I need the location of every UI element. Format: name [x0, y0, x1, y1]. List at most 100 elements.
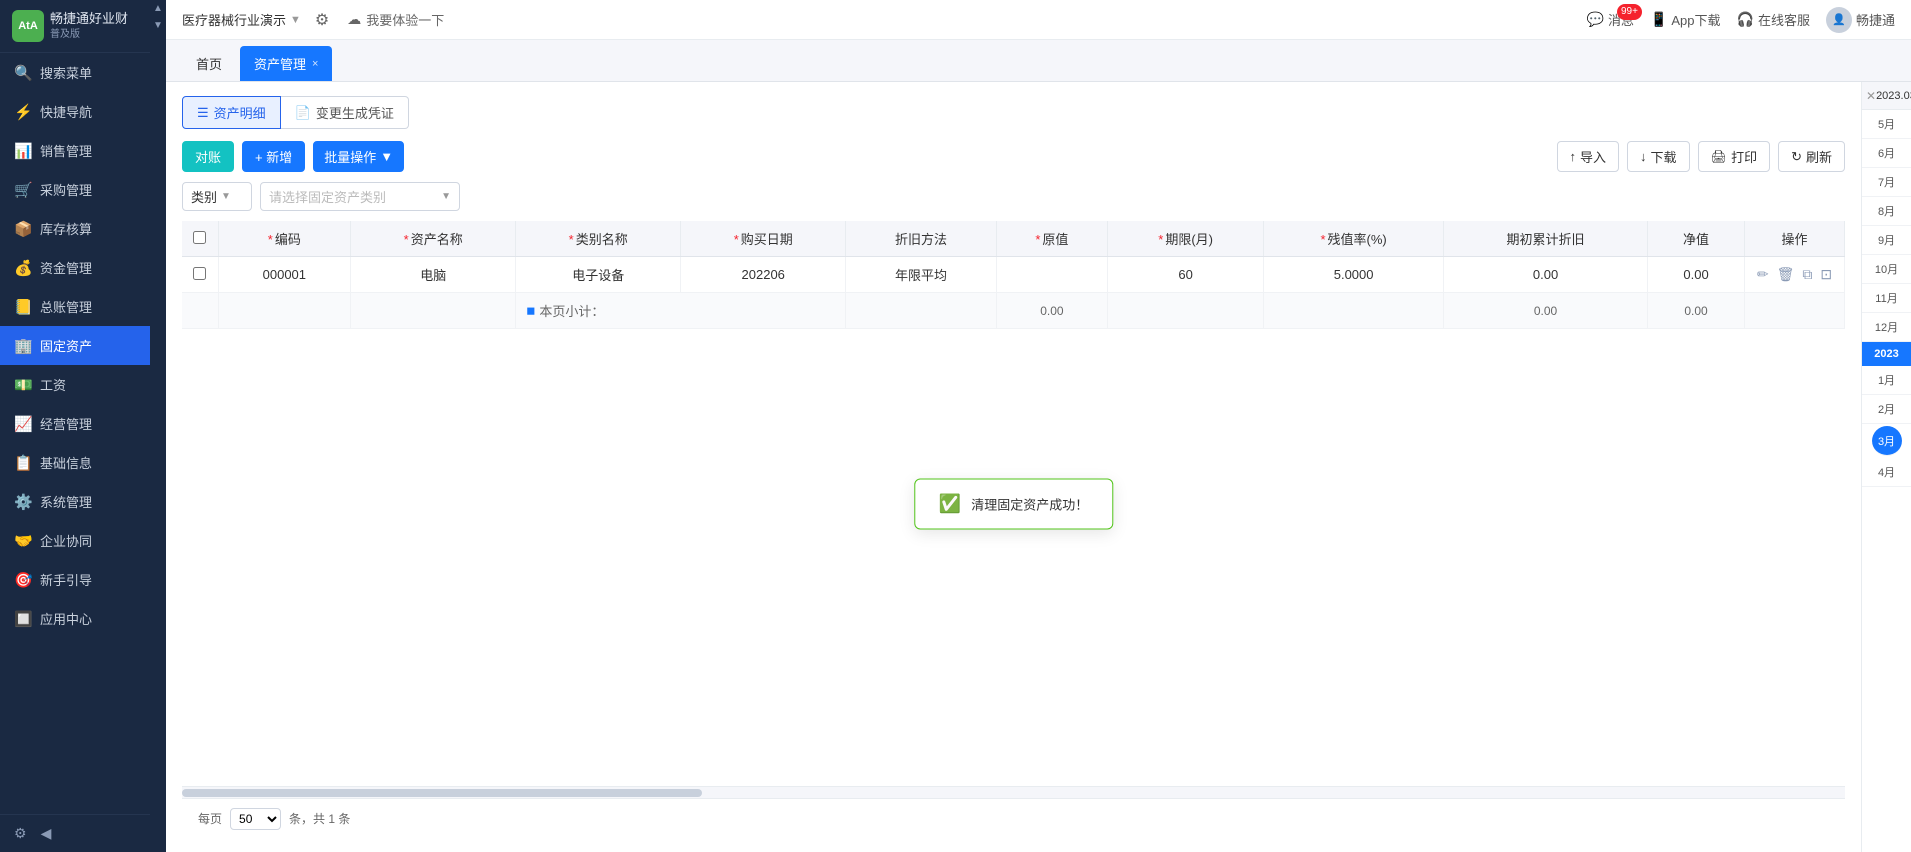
month-item[interactable]: 9月	[1862, 226, 1911, 255]
online-service-btn[interactable]: 🎧 在线客服	[1737, 10, 1810, 29]
sidebar-item-basic-info[interactable]: 📋 基础信息	[0, 443, 150, 482]
header-original-value: *原值	[996, 221, 1107, 257]
tab-close-icon[interactable]: ×	[312, 58, 318, 70]
sidebar-item-guide[interactable]: 🎯 新手引导	[0, 560, 150, 599]
sidebar-item-purchase[interactable]: 🛒 采购管理	[0, 170, 150, 209]
sidebar-icon-operations: 📈	[14, 415, 32, 433]
refresh-btn[interactable]: ↻ 刷新	[1778, 141, 1845, 172]
new-btn[interactable]: + 新增	[242, 141, 305, 172]
table-container: *编码 *资产名称 *类别名称 *购买日期 折旧方法 *原值 *期限(月) *残…	[182, 221, 1845, 786]
tab-bar: 首页 资产管理 ×	[166, 40, 1911, 82]
sidebar-nav: 🔍 搜索菜单 ⚡ 快捷导航 📊 销售管理 🛒 采购管理 📦 库存核算 💰 资金管…	[0, 53, 150, 814]
month-item[interactable]: 7月	[1862, 168, 1911, 197]
sidebar-icon-ledger: 📒	[14, 298, 32, 316]
month-item[interactable]: 5月	[1862, 110, 1911, 139]
edit-icon[interactable]: ✏	[1757, 266, 1769, 283]
sidebar-icon-system: ⚙️	[14, 493, 32, 511]
more-icon[interactable]: ⊡	[1820, 266, 1832, 283]
sidebar-item-search[interactable]: 🔍 搜索菜单	[0, 53, 150, 92]
sidebar-item-finance[interactable]: 💰 资金管理	[0, 248, 150, 287]
company-selector[interactable]: 医疗器械行业演示 ▼	[182, 10, 301, 29]
month-item[interactable]: 10月	[1862, 255, 1911, 284]
sidebar-item-quick-nav[interactable]: ⚡ 快捷导航	[0, 92, 150, 131]
message-icon: 💬	[1587, 11, 1604, 28]
subtotal-label-cell: ◼ 本页小计：	[516, 293, 846, 329]
month-item[interactable]: 4月	[1862, 458, 1911, 487]
filter-arrow-icon: ▼	[221, 191, 231, 202]
sidebar-item-enterprise[interactable]: 🤝 企业协同	[0, 521, 150, 560]
scroll-down-btn[interactable]: ▼	[150, 17, 166, 34]
per-page-select[interactable]: 50 100 200	[230, 808, 281, 830]
row-residual-rate: 5.0000	[1264, 257, 1444, 293]
row-checkbox[interactable]	[182, 257, 218, 293]
main-content: 医疗器械行业演示 ▼ ⚙ ☁ 我要体验一下 💬 消息 99+ 📱 App下载 🎧…	[166, 0, 1911, 852]
row-name: 电脑	[351, 257, 516, 293]
download-btn[interactable]: ↓ 下载	[1627, 141, 1690, 172]
sidebar-label-basic-info: 基础信息	[40, 453, 92, 472]
delete-icon[interactable]: 🗑	[1777, 266, 1795, 283]
tab-home[interactable]: 首页	[182, 46, 236, 81]
sidebar-item-system[interactable]: ⚙️ 系统管理	[0, 482, 150, 521]
print-btn[interactable]: 🖨 打印	[1698, 141, 1771, 172]
copy-icon[interactable]: ⧉	[1802, 266, 1812, 283]
sidebar-item-payroll[interactable]: 💵 工资	[0, 365, 150, 404]
scroll-thumb[interactable]	[182, 789, 702, 797]
collapse-icon[interactable]: ◀	[41, 825, 52, 842]
horizontal-scrollbar[interactable]	[182, 786, 1845, 798]
header-action: 操作	[1745, 221, 1845, 257]
filter-row: 类别 ▼ 请选择固定资产类别 ▼	[182, 182, 1845, 211]
success-toast: ✅ 清理固定资产成功！	[914, 478, 1113, 529]
content-area: ☰ 资产明细 📄 变更生成凭证 对账 + 新增	[166, 82, 1911, 852]
sidebar-label-payroll: 工资	[40, 375, 66, 394]
month-item[interactable]: 12月	[1862, 313, 1911, 342]
month-item[interactable]: 3月	[1872, 426, 1902, 456]
table-body: 000001 电脑 电子设备 202206 年限平均 60 5.0000 0.0…	[182, 257, 1845, 329]
month-item[interactable]: 2月	[1862, 395, 1911, 424]
user-menu[interactable]: 👤 畅捷通	[1826, 7, 1895, 33]
message-btn[interactable]: 💬 消息 99+	[1587, 10, 1634, 29]
scroll-up-btn[interactable]: ▲	[150, 0, 166, 17]
sidebar-icon-quick-nav: ⚡	[14, 103, 32, 121]
sidebar-label-quick-nav: 快捷导航	[40, 102, 92, 121]
category-filter[interactable]: 类别 ▼	[182, 182, 252, 211]
settings-icon[interactable]: ⚙	[14, 825, 27, 842]
month-item[interactable]: 11月	[1862, 284, 1911, 313]
export-btn[interactable]: ↑ 导入	[1557, 141, 1620, 172]
toast-message: 清理固定资产成功！	[971, 494, 1088, 513]
sidebar-icon-apps: 🔲	[14, 610, 32, 628]
export-icon: ↑	[1570, 149, 1577, 164]
sidebar-icon-search: 🔍	[14, 64, 32, 82]
sub-tab-detail[interactable]: ☰ 资产明细	[182, 96, 281, 129]
experience-btn[interactable]: ☁ 我要体验一下	[347, 10, 444, 29]
tab-assets[interactable]: 资产管理 ×	[240, 46, 332, 81]
year-label-2023[interactable]: 2023	[1862, 342, 1911, 366]
category-dropdown[interactable]: 请选择固定资产类别 ▼	[260, 182, 460, 211]
sidebar-item-operations[interactable]: 📈 经营管理	[0, 404, 150, 443]
sidebar-item-ledger[interactable]: 📒 总账管理	[0, 287, 150, 326]
sidebar-item-inventory[interactable]: 📦 库存核算	[0, 209, 150, 248]
month-item[interactable]: 6月	[1862, 139, 1911, 168]
row-initial-acc: 0.00	[1444, 257, 1648, 293]
month-item[interactable]: 8月	[1862, 197, 1911, 226]
sidebar-item-fixed-assets[interactable]: 🏢 固定资产	[0, 326, 150, 365]
app-download-btn[interactable]: 📱 App下载	[1650, 10, 1721, 29]
calendar-close-btn[interactable]: ✕	[1866, 89, 1876, 103]
toolbar: 对账 + 新增 批量操作 ▼ ↑ 导入 ↓	[182, 141, 1845, 172]
sidebar-item-apps[interactable]: 🔲 应用中心	[0, 599, 150, 638]
right-panel: ✕ 2023.03 ⤢ 5月6月7月8月9月10月11月12月20231月2月3…	[1861, 82, 1911, 852]
sub-tab-voucher[interactable]: 📄 变更生成凭证	[281, 96, 409, 129]
sidebar-item-sales[interactable]: 📊 销售管理	[0, 131, 150, 170]
sidebar-icon-basic-info: 📋	[14, 454, 32, 472]
batch-btn[interactable]: 批量操作 ▼	[313, 141, 404, 172]
sidebar-icon-finance: 💰	[14, 259, 32, 277]
account-btn[interactable]: 对账	[182, 141, 234, 172]
subtotal-empty7	[1745, 293, 1845, 329]
header-name: *资产名称	[351, 221, 516, 257]
assets-table: *编码 *资产名称 *类别名称 *购买日期 折旧方法 *原值 *期限(月) *残…	[182, 221, 1845, 329]
settings-gear-icon[interactable]: ⚙	[315, 10, 329, 30]
month-item[interactable]: 1月	[1862, 366, 1911, 395]
select-all-checkbox[interactable]	[193, 231, 206, 244]
subtotal-empty3	[351, 293, 516, 329]
sidebar-icon-guide: 🎯	[14, 571, 32, 589]
row-code: 000001	[218, 257, 351, 293]
